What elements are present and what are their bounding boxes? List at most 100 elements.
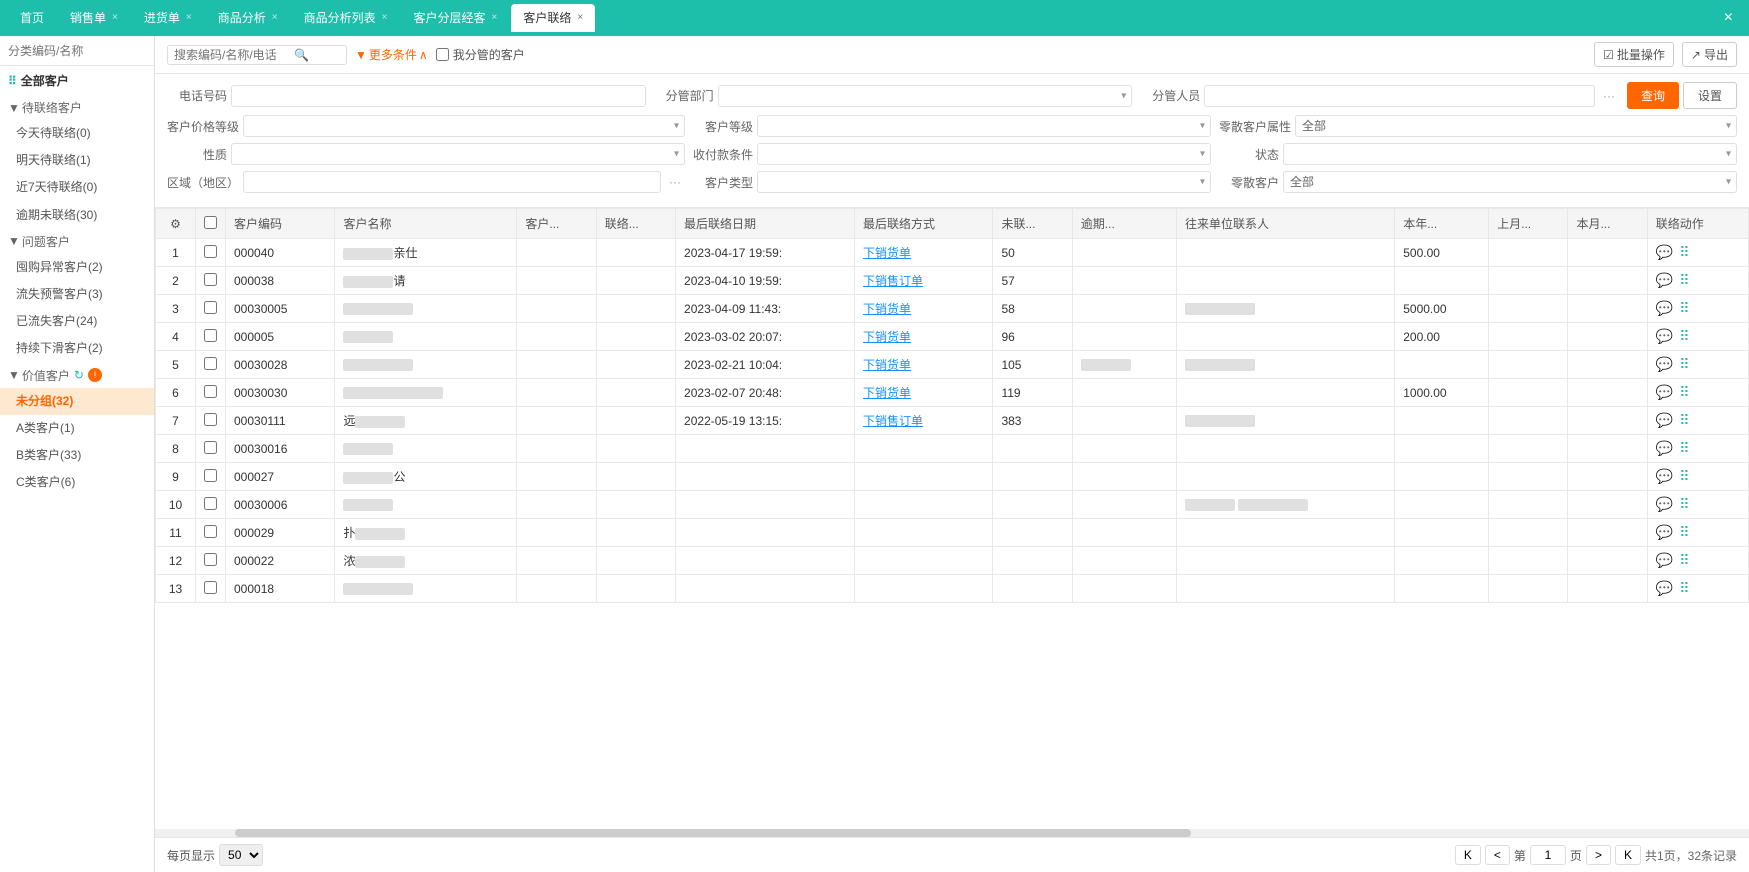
section-title-problem[interactable]: ▼ 问题客户 [0, 229, 154, 254]
my-customers-check[interactable] [436, 48, 449, 61]
chat-icon[interactable]: 💬 [1656, 356, 1673, 373]
input-region[interactable] [243, 171, 661, 193]
grid-action-icon[interactable]: ⠿ [1679, 496, 1689, 513]
row-check[interactable] [196, 379, 226, 407]
sidebar-item-overdue[interactable]: 逾期未联络(30) [0, 202, 154, 229]
close-tab-product-analysis[interactable]: × [272, 4, 278, 32]
row-last-way[interactable]: 下销货单 [855, 295, 993, 323]
close-tab-sales[interactable]: × [112, 4, 118, 32]
section-title-pending[interactable]: ▼ 待联络客户 [0, 95, 154, 120]
row-check[interactable] [196, 547, 226, 575]
row-check[interactable] [196, 435, 226, 463]
sidebar-item-7days[interactable]: 近7天待联络(0) [0, 174, 154, 201]
sidebar-item-declining[interactable]: 持续下滑客户(2) [0, 335, 154, 362]
sidebar-item-churn-warning[interactable]: 流失预警客户(3) [0, 281, 154, 308]
row-check[interactable] [196, 463, 226, 491]
chat-icon[interactable]: 💬 [1656, 468, 1673, 485]
row-name[interactable] [335, 435, 517, 463]
input-manager[interactable] [1204, 85, 1595, 107]
close-tab-customer-contact[interactable]: × [577, 4, 583, 32]
row-last-way[interactable] [855, 435, 993, 463]
nav-tab-customer-tier[interactable]: 客户分层经客 × [401, 4, 509, 32]
chat-icon[interactable]: 💬 [1656, 384, 1673, 401]
row-name[interactable]: 扑 [335, 519, 517, 547]
more-conditions-btn[interactable]: ▼ 更多条件 ∧ [355, 46, 428, 63]
sidebar-item-a-class[interactable]: A类客户(1) [0, 415, 154, 442]
grid-action-icon[interactable]: ⠿ [1679, 244, 1689, 261]
sidebar-item-lost[interactable]: 已流失客户(24) [0, 308, 154, 335]
sidebar-item-today[interactable]: 今天待联络(0) [0, 120, 154, 147]
row-last-way[interactable]: 下销售订单 [855, 407, 993, 435]
chat-icon[interactable]: 💬 [1656, 244, 1673, 261]
sidebar-item-ungroup[interactable]: 未分组(32) [0, 388, 154, 415]
first-page-btn[interactable]: K [1455, 845, 1481, 865]
chat-icon[interactable]: 💬 [1656, 552, 1673, 569]
row-last-way[interactable]: 下销售订单 [855, 267, 993, 295]
sidebar-item-c-class[interactable]: C类客户(6) [0, 469, 154, 496]
settings-icon[interactable]: ⚙ [170, 217, 181, 231]
row-check[interactable] [196, 239, 226, 267]
row-last-way[interactable] [855, 519, 993, 547]
grid-action-icon[interactable]: ⠿ [1679, 412, 1689, 429]
section-title-value[interactable]: ▼ 价值客户 ↻ ! [0, 363, 154, 388]
grid-action-icon[interactable]: ⠿ [1679, 580, 1689, 597]
grid-action-icon[interactable]: ⠿ [1679, 552, 1689, 569]
manager-more-icon[interactable]: ··· [1599, 89, 1619, 103]
row-check[interactable] [196, 351, 226, 379]
row-check[interactable] [196, 323, 226, 351]
my-customers-checkbox[interactable]: 我分管的客户 [436, 46, 525, 63]
select-cust-tier[interactable] [757, 115, 1211, 137]
main-search-icon[interactable]: 🔍 [294, 48, 309, 62]
main-search-input[interactable] [174, 48, 294, 62]
row-name[interactable] [335, 491, 517, 519]
row-check[interactable] [196, 407, 226, 435]
chat-icon[interactable]: 💬 [1656, 524, 1673, 541]
scrollbar-thumb[interactable] [235, 829, 1191, 837]
sidebar-item-b-class[interactable]: B类客户(33) [0, 442, 154, 469]
row-last-way[interactable] [855, 491, 993, 519]
grid-action-icon[interactable]: ⠿ [1679, 384, 1689, 401]
last-page-btn[interactable]: K [1615, 845, 1641, 865]
horizontal-scrollbar[interactable] [155, 829, 1749, 837]
th-settings[interactable]: ⚙ [156, 209, 196, 239]
row-last-way[interactable]: 下销货单 [855, 379, 993, 407]
select-retail-cust[interactable]: 全部 [1283, 171, 1737, 193]
chat-icon[interactable]: 💬 [1656, 412, 1673, 429]
select-all-checkbox[interactable] [204, 216, 217, 229]
chat-icon[interactable]: 💬 [1656, 496, 1673, 513]
nav-tab-product-list[interactable]: 商品分析列表 × [292, 4, 400, 32]
grid-action-icon[interactable]: ⠿ [1679, 328, 1689, 345]
row-name[interactable] [335, 295, 517, 323]
chat-icon[interactable]: 💬 [1656, 300, 1673, 317]
row-last-way[interactable] [855, 463, 993, 491]
close-tab-purchase[interactable]: × [186, 4, 192, 32]
close-tab-product-list[interactable]: × [382, 4, 388, 32]
grid-action-icon[interactable]: ⠿ [1679, 440, 1689, 457]
grid-action-icon[interactable]: ⠿ [1679, 300, 1689, 317]
select-dept[interactable] [718, 85, 1133, 107]
row-check[interactable] [196, 575, 226, 603]
row-check[interactable] [196, 295, 226, 323]
row-name[interactable]: 亲仕 [335, 239, 517, 267]
batch-ops-button[interactable]: ☑ 批量操作 [1594, 42, 1674, 67]
nav-tab-sales[interactable]: 销售单 × [58, 4, 130, 32]
export-button[interactable]: ↗ 导出 [1682, 42, 1737, 67]
query-button[interactable]: 查询 [1627, 82, 1679, 109]
nav-tab-product-analysis[interactable]: 商品分析 × [206, 4, 290, 32]
refresh-icon[interactable]: ↻ [74, 368, 84, 382]
select-payment[interactable] [757, 143, 1211, 165]
row-last-way[interactable] [855, 547, 993, 575]
page-input[interactable]: 1 [1530, 845, 1566, 865]
chat-icon[interactable]: 💬 [1656, 328, 1673, 345]
sidebar-item-hoarding[interactable]: 囤购异常客户(2) [0, 254, 154, 281]
input-phone[interactable] [231, 85, 646, 107]
all-customers-item[interactable]: ⠿ 全部客户 [0, 66, 154, 95]
row-last-way[interactable]: 下销货单 [855, 351, 993, 379]
row-name[interactable] [335, 575, 517, 603]
page-size-select[interactable]: 50 [219, 844, 263, 866]
sidebar-search-input[interactable] [8, 44, 155, 58]
row-check[interactable] [196, 267, 226, 295]
region-more-icon[interactable]: ··· [665, 175, 685, 189]
select-price-tier[interactable] [243, 115, 685, 137]
select-nature[interactable] [231, 143, 685, 165]
